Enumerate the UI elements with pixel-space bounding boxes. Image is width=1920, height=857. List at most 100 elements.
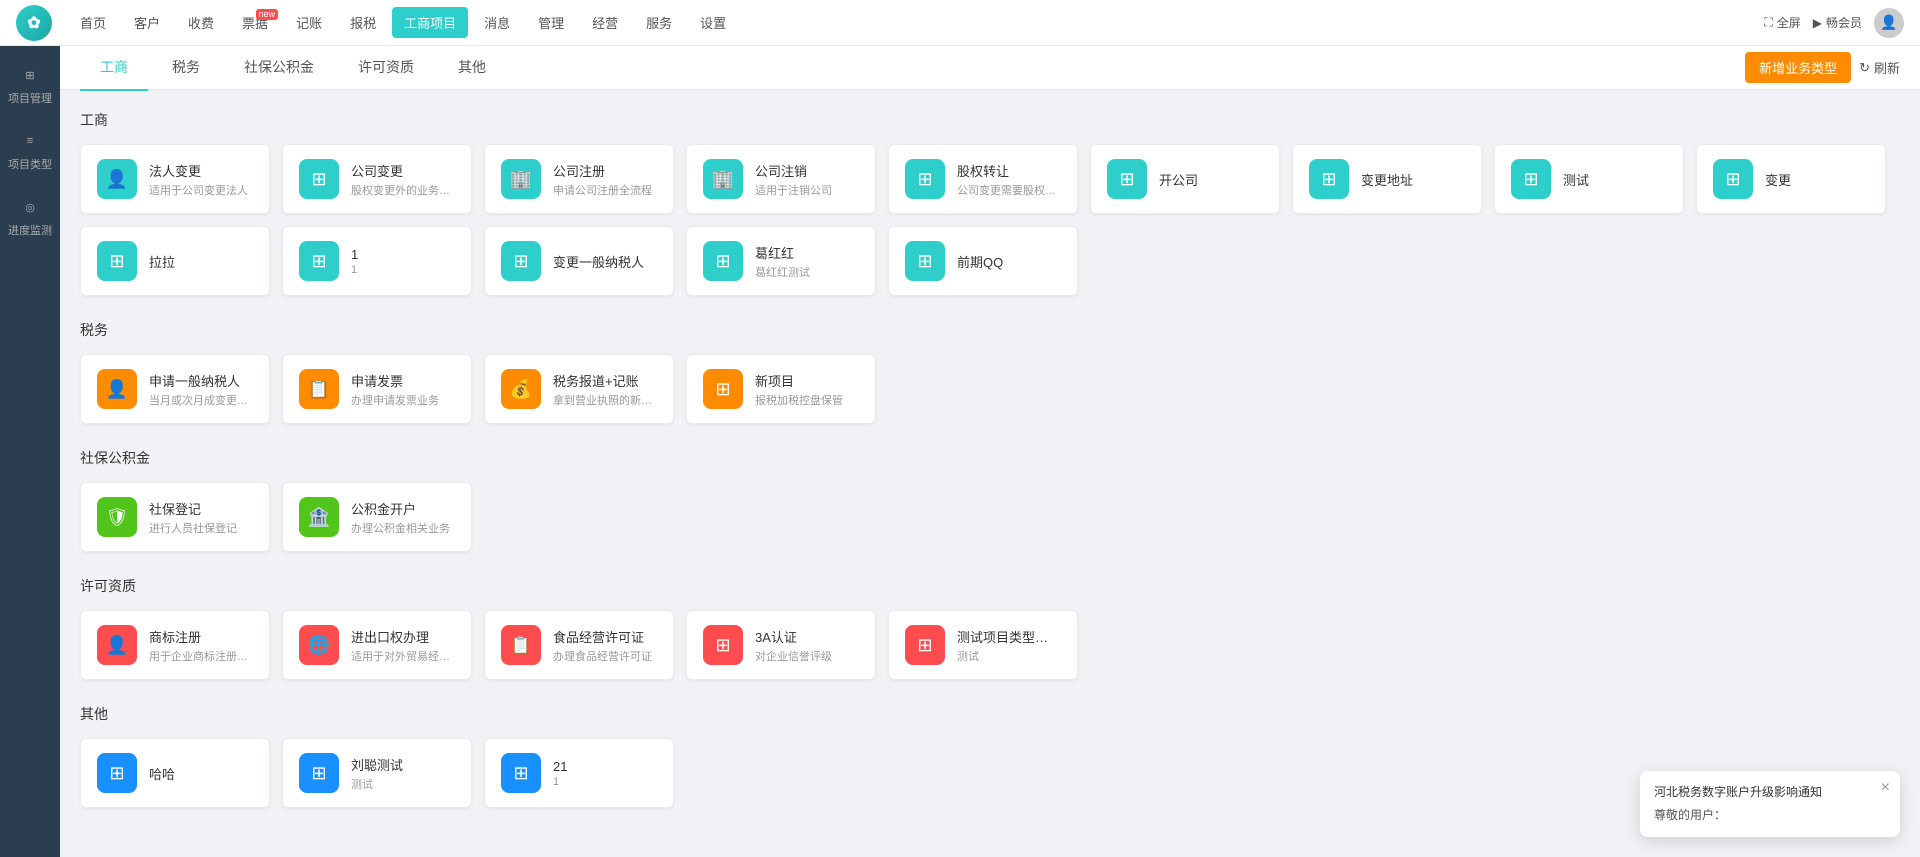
card-股权转让[interactable]: ⊞股权转让公司变更需要股权转让 [888, 144, 1078, 214]
card-icon-税务报道+记账: 💰 [501, 369, 541, 409]
card-哈哈[interactable]: ⊞哈哈 [80, 738, 270, 808]
card-公司变更[interactable]: ⊞公司变更股权变更外的业务变更 [282, 144, 472, 214]
nav-item-工商项目[interactable]: 工商项目 [392, 7, 468, 38]
card-icon-葛红红: ⊞ [703, 241, 743, 281]
card-公司注销[interactable]: 🏢公司注销适用于注销公司 [686, 144, 876, 214]
card-变更[interactable]: ⊞ 变更 [1696, 144, 1886, 214]
card-name-1: 1 [351, 247, 455, 262]
nav-item-首页[interactable]: 首页 [68, 7, 118, 38]
card-葛红红[interactable]: ⊞葛红红葛红红测试 [686, 226, 876, 296]
card-desc-社保登记: 进行人员社保登记 [149, 520, 253, 536]
card-icon-变更: ⊞ [1713, 159, 1753, 199]
sub-tabs-actions: 新增业务类型 ↻ 刷新 [1745, 52, 1900, 83]
nav-item-客户[interactable]: 客户 [122, 7, 172, 38]
sub-tab-税务[interactable]: 税务 [152, 45, 220, 91]
card-icon-开公司: ⊞ [1107, 159, 1147, 199]
sidebar-item-项目类型[interactable]: ≡项目类型 [0, 122, 60, 180]
card-开公司[interactable]: ⊞ 开公司 [1090, 144, 1280, 214]
card-icon-刘聪测试: ⊞ [299, 753, 339, 793]
card-desc-申请发票: 办理申请发票业务 [351, 392, 455, 408]
card-name-前期QQ: 前期QQ [957, 252, 1061, 271]
nav-item-管理[interactable]: 管理 [526, 7, 576, 38]
nav-items: 首页客户收费票据new记账报税工商项目消息管理经营服务设置 [68, 7, 1764, 38]
card-法人变更[interactable]: 👤法人变更适用于公司变更法人 [80, 144, 270, 214]
card-商标注册[interactable]: 👤商标注册用于企业商标注册服务 [80, 610, 270, 680]
avatar[interactable]: 👤 [1874, 8, 1904, 38]
card-税务报道+记账[interactable]: 💰 税务报道+记账拿到营业执照的新公司 [484, 354, 674, 424]
card-desc-税务报道+记账: 拿到营业执照的新公司 [553, 392, 657, 408]
card-name-拉拉: 拉拉 [149, 252, 253, 271]
member-button[interactable]: ▶ 畅会员 [1813, 14, 1862, 31]
sub-tab-工商[interactable]: 工商 [80, 45, 148, 91]
card-公司注册[interactable]: 🏢公司注册申请公司注册全流程 [484, 144, 674, 214]
card-社保登记[interactable]: 🛡社保登记进行人员社保登记 [80, 482, 270, 552]
card-info-前期QQ: 前期QQ [957, 252, 1061, 271]
card-申请一般纳税人[interactable]: 👤申请一般纳税人当月或次月成变更完成 [80, 354, 270, 424]
logo: ✿ [16, 5, 52, 41]
card-icon-商标注册: 👤 [97, 625, 137, 665]
card-desc-新项目: 报税加税控盘保管 [755, 392, 859, 408]
card-食品经营许可证[interactable]: 📋食品经营许可证办理食品经营许可证 [484, 610, 674, 680]
card-icon-申请一般纳税人: 👤 [97, 369, 137, 409]
card-name-刘聪测试: 刘聪测试 [351, 755, 455, 774]
card-info-税务报道+记账: 税务报道+记账拿到营业执照的新公司 [553, 371, 657, 408]
nav-item-消息[interactable]: 消息 [472, 7, 522, 38]
card-icon-21: ⊞ [501, 753, 541, 793]
fullscreen-icon: ⛶ [1764, 15, 1772, 30]
card-进出口权办理[interactable]: 🌐进出口权办理适用于对外贸易经营者 [282, 610, 472, 680]
nav-item-收费[interactable]: 收费 [176, 7, 226, 38]
card-3A认证[interactable]: ⊞3A认证对企业信誉评级 [686, 610, 876, 680]
card-公积金开户[interactable]: 🏦公积金开户办理公积金相关业务 [282, 482, 472, 552]
card-前期QQ[interactable]: ⊞前期QQ [888, 226, 1078, 296]
nav-item-报税[interactable]: 报税 [338, 7, 388, 38]
card-info-刘聪测试: 刘聪测试测试 [351, 755, 455, 792]
sub-tab-许可资质[interactable]: 许可资质 [338, 45, 434, 91]
chat-notification-body: 尊敬的用户： [1654, 806, 1886, 825]
section-工商: 工商👤法人变更适用于公司变更法人⊞公司变更股权变更外的业务变更🏢公司注册申请公司… [80, 110, 1900, 296]
section-title-其他: 其他 [80, 704, 1900, 724]
card-新项目[interactable]: ⊞新项目报税加税控盘保管 [686, 354, 876, 424]
card-icon-测试项目类型目定义: ⊞ [905, 625, 945, 665]
section-title-税务: 税务 [80, 320, 1900, 340]
card-name-变更: 变更 [1765, 170, 1869, 189]
nav-item-经营[interactable]: 经营 [580, 7, 630, 38]
card-icon-3A认证: ⊞ [703, 625, 743, 665]
section-许可资质: 许可资质👤商标注册用于企业商标注册服务🌐进出口权办理适用于对外贸易经营者📋食品经… [80, 576, 1900, 680]
sub-tabs: 工商税务社保公积金许可资质其他 新增业务类型 ↻ 刷新 [60, 46, 1920, 90]
card-申请发票[interactable]: 📋申请发票办理申请发票业务 [282, 354, 472, 424]
fullscreen-button[interactable]: ⛶ 全屏 [1764, 14, 1800, 31]
new-type-button[interactable]: 新增业务类型 [1745, 52, 1851, 83]
card-1[interactable]: ⊞11 [282, 226, 472, 296]
sub-tab-其他[interactable]: 其他 [438, 45, 506, 91]
card-info-测试项目类型目定义: 测试项目类型目定义测试 [957, 627, 1061, 664]
refresh-button[interactable]: ↻ 刷新 [1859, 58, 1900, 77]
nav-item-记账[interactable]: 记账 [284, 7, 334, 38]
card-icon-进出口权办理: 🌐 [299, 625, 339, 665]
card-变更地址[interactable]: ⊞变更地址 [1292, 144, 1482, 214]
nav-item-设置[interactable]: 设置 [688, 7, 738, 38]
card-测试[interactable]: ⊞测试 [1494, 144, 1684, 214]
card-info-公司注册: 公司注册申请公司注册全流程 [553, 161, 657, 198]
card-name-商标注册: 商标注册 [149, 627, 253, 646]
sub-tab-社保公积金[interactable]: 社保公积金 [224, 45, 334, 91]
sidebar-item-进度监测[interactable]: ◎进度监测 [0, 188, 60, 246]
card-desc-公司注册: 申请公司注册全流程 [553, 182, 657, 198]
sidebar-item-项目管理[interactable]: ⊞项目管理 [0, 56, 60, 114]
card-name-3A认证: 3A认证 [755, 627, 859, 646]
card-21[interactable]: ⊞211 [484, 738, 674, 808]
card-info-拉拉: 拉拉 [149, 252, 253, 271]
card-变更一般纳税人[interactable]: ⊞变更一般纳税人 [484, 226, 674, 296]
card-info-1: 11 [351, 247, 455, 276]
card-desc-食品经营许可证: 办理食品经营许可证 [553, 648, 657, 664]
nav-item-票据[interactable]: 票据new [230, 7, 280, 38]
card-icon-公司变更: ⊞ [299, 159, 339, 199]
nav-item-服务[interactable]: 服务 [634, 7, 684, 38]
card-info-社保登记: 社保登记进行人员社保登记 [149, 499, 253, 536]
card-name-进出口权办理: 进出口权办理 [351, 627, 455, 646]
sidebar-label-项目管理: 项目管理 [8, 90, 52, 106]
card-拉拉[interactable]: ⊞拉拉 [80, 226, 270, 296]
chat-close-button[interactable]: × [1881, 779, 1890, 797]
card-name-开公司: 开公司 [1159, 170, 1263, 189]
card-测试项目类型目定义[interactable]: ⊞ 测试项目类型目定义测试 [888, 610, 1078, 680]
card-刘聪测试[interactable]: ⊞ 刘聪测试测试 [282, 738, 472, 808]
